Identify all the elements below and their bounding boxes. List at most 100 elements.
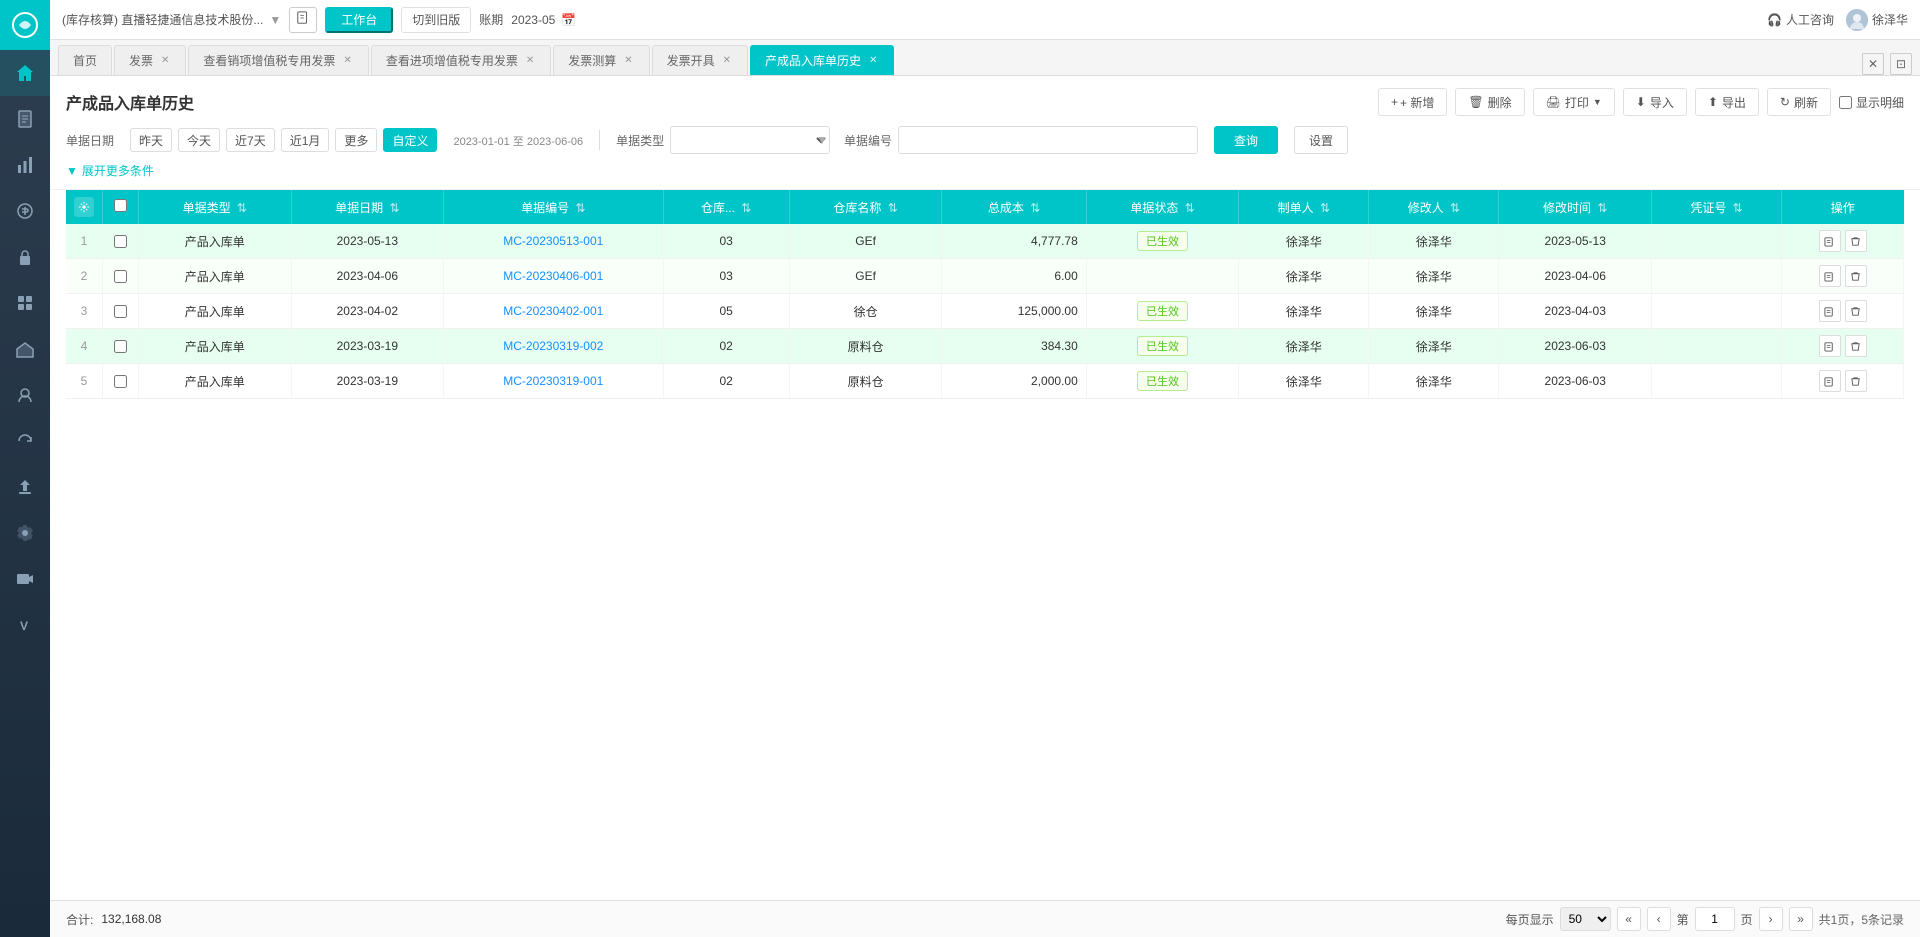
tab-history[interactable]: 产成品入库单历史 ✕ [750, 45, 894, 75]
tab-home-label: 首页 [73, 52, 97, 69]
last-page-btn[interactable]: » [1789, 907, 1813, 931]
th-warehouse-name[interactable]: 仓库名称 ⇅ [789, 190, 942, 224]
sidebar-item-v[interactable]: V [0, 602, 50, 648]
calendar-icon[interactable]: 📅 [561, 13, 576, 27]
new-btn[interactable]: + + 新增 [1378, 88, 1447, 116]
sidebar-item-stamp[interactable] [0, 372, 50, 418]
row-edit-btn-1[interactable] [1819, 265, 1841, 287]
row-status: 已生效 [1086, 329, 1239, 364]
th-warehouse-code[interactable]: 仓库... ⇅ [663, 190, 789, 224]
first-page-btn[interactable]: « [1617, 907, 1641, 931]
next-page-btn[interactable]: › [1759, 907, 1783, 931]
sidebar-item-grid[interactable] [0, 280, 50, 326]
th-type[interactable]: 单据类型 ⇅ [139, 190, 292, 224]
tab-close-all-btn[interactable]: ✕ [1862, 53, 1884, 75]
help-label[interactable]: 人工咨询 [1786, 11, 1834, 28]
tab-open-close[interactable]: ✕ [721, 54, 733, 67]
workbench-btn[interactable]: 工作台 [325, 7, 393, 33]
refresh-btn[interactable]: ↻ 刷新 [1767, 88, 1831, 116]
th-modify-time[interactable]: 修改时间 ⇅ [1499, 190, 1652, 224]
tab-input-vat-close[interactable]: ✕ [524, 54, 536, 67]
th-number[interactable]: 单据编号 ⇅ [444, 190, 663, 224]
row-checkbox-1[interactable] [114, 270, 127, 283]
sidebar-item-warehouse[interactable] [0, 326, 50, 372]
print-btn[interactable]: 🖨 打印 ▼ [1533, 88, 1615, 116]
th-cost[interactable]: 总成本 ⇅ [942, 190, 1086, 224]
app-dropdown-icon[interactable]: ▼ [269, 13, 281, 27]
row-number[interactable]: MC-20230319-001 [444, 364, 663, 399]
show-detail-checkbox[interactable] [1839, 96, 1852, 109]
tab-invoice[interactable]: 发票 ✕ [114, 45, 186, 75]
row-number[interactable]: MC-20230319-002 [444, 329, 663, 364]
document-btn[interactable] [289, 7, 317, 33]
row-delete-btn-3[interactable] [1845, 335, 1867, 357]
row-number[interactable]: MC-20230513-001 [444, 224, 663, 259]
th-checkbox[interactable] [103, 190, 139, 224]
th-date[interactable]: 单据日期 ⇅ [291, 190, 444, 224]
row-checkbox-2[interactable] [114, 305, 127, 318]
tab-invoice-close[interactable]: ✕ [159, 54, 171, 67]
sidebar-item-refresh[interactable] [0, 418, 50, 464]
row-number[interactable]: MC-20230402-001 [444, 294, 663, 329]
query-btn[interactable]: 查询 [1214, 126, 1278, 154]
row-modify-time: 2023-06-03 [1499, 329, 1652, 364]
expand-filter-btn[interactable]: ▼ 展开更多条件 [66, 162, 1904, 179]
th-voucher[interactable]: 凭证号 ⇅ [1651, 190, 1781, 224]
tab-open[interactable]: 发票开具 ✕ [652, 45, 748, 75]
sidebar-item-documents[interactable] [0, 96, 50, 142]
row-delete-btn-4[interactable] [1845, 370, 1867, 392]
tab-sales-vat[interactable]: 查看销项增值税专用发票 ✕ [188, 45, 368, 75]
row-checkbox-0[interactable] [114, 235, 127, 248]
row-edit-btn-0[interactable] [1819, 230, 1841, 252]
switch-version-btn[interactable]: 切到旧版 [401, 7, 471, 33]
sidebar-item-upload[interactable] [0, 464, 50, 510]
sidebar-item-finance[interactable] [0, 188, 50, 234]
th-status[interactable]: 单据状态 ⇅ [1086, 190, 1239, 224]
row-delete-btn-1[interactable] [1845, 265, 1867, 287]
tab-calc-close[interactable]: ✕ [622, 54, 634, 67]
th-settings[interactable] [66, 190, 103, 224]
tab-input-vat[interactable]: 查看进项增值税专用发票 ✕ [371, 45, 551, 75]
tab-home[interactable]: 首页 [58, 45, 112, 75]
tab-maximize-btn[interactable]: ⊡ [1890, 53, 1912, 75]
import-btn[interactable]: ⬇ 导入 [1623, 88, 1687, 116]
tab-calc[interactable]: 发票测算 ✕ [553, 45, 649, 75]
row-actions [1782, 329, 1904, 364]
page-size-select[interactable]: 50 10 20 100 [1560, 907, 1611, 931]
date-btn-today[interactable]: 今天 [178, 128, 220, 152]
sidebar-item-settings[interactable] [0, 510, 50, 556]
date-btn-more[interactable]: 更多 [335, 128, 377, 152]
row-checkbox-3[interactable] [114, 340, 127, 353]
date-btn-1month[interactable]: 近1月 [281, 128, 330, 152]
th-modifier[interactable]: 修改人 ⇅ [1369, 190, 1499, 224]
tab-history-close[interactable]: ✕ [867, 54, 879, 67]
export-btn[interactable]: ⬆ 导出 [1695, 88, 1759, 116]
row-delete-btn-0[interactable] [1845, 230, 1867, 252]
row-delete-btn-2[interactable] [1845, 300, 1867, 322]
date-btn-7days[interactable]: 近7天 [226, 128, 275, 152]
row-edit-btn-3[interactable] [1819, 335, 1841, 357]
row-number[interactable]: MC-20230406-001 [444, 259, 663, 294]
sidebar-item-lock[interactable] [0, 234, 50, 280]
show-detail-label[interactable]: 显示明细 [1839, 94, 1904, 111]
row-date: 2023-04-02 [291, 294, 444, 329]
number-filter-input[interactable] [898, 126, 1198, 154]
date-btn-custom[interactable]: 自定义 [383, 128, 437, 152]
reset-btn[interactable]: 设置 [1294, 126, 1348, 154]
user-name[interactable]: 徐泽华 [1872, 11, 1908, 28]
page-input[interactable] [1695, 907, 1735, 931]
row-checkbox-4[interactable] [114, 375, 127, 388]
row-edit-btn-2[interactable] [1819, 300, 1841, 322]
sidebar-item-analytics[interactable] [0, 142, 50, 188]
th-creator[interactable]: 制单人 ⇅ [1239, 190, 1369, 224]
date-range-value: 2023-01-01 至 2023-06-06 [453, 133, 583, 149]
sidebar-item-video[interactable] [0, 556, 50, 602]
row-edit-btn-4[interactable] [1819, 370, 1841, 392]
delete-btn[interactable]: 🗑 删除 [1455, 88, 1524, 116]
type-filter-select[interactable] [670, 126, 830, 154]
date-btn-yesterday[interactable]: 昨天 [130, 128, 172, 152]
select-all-checkbox[interactable] [114, 199, 127, 212]
sidebar-item-home[interactable] [0, 50, 50, 96]
tab-sales-vat-close[interactable]: ✕ [341, 54, 353, 67]
prev-page-btn[interactable]: ‹ [1647, 907, 1671, 931]
